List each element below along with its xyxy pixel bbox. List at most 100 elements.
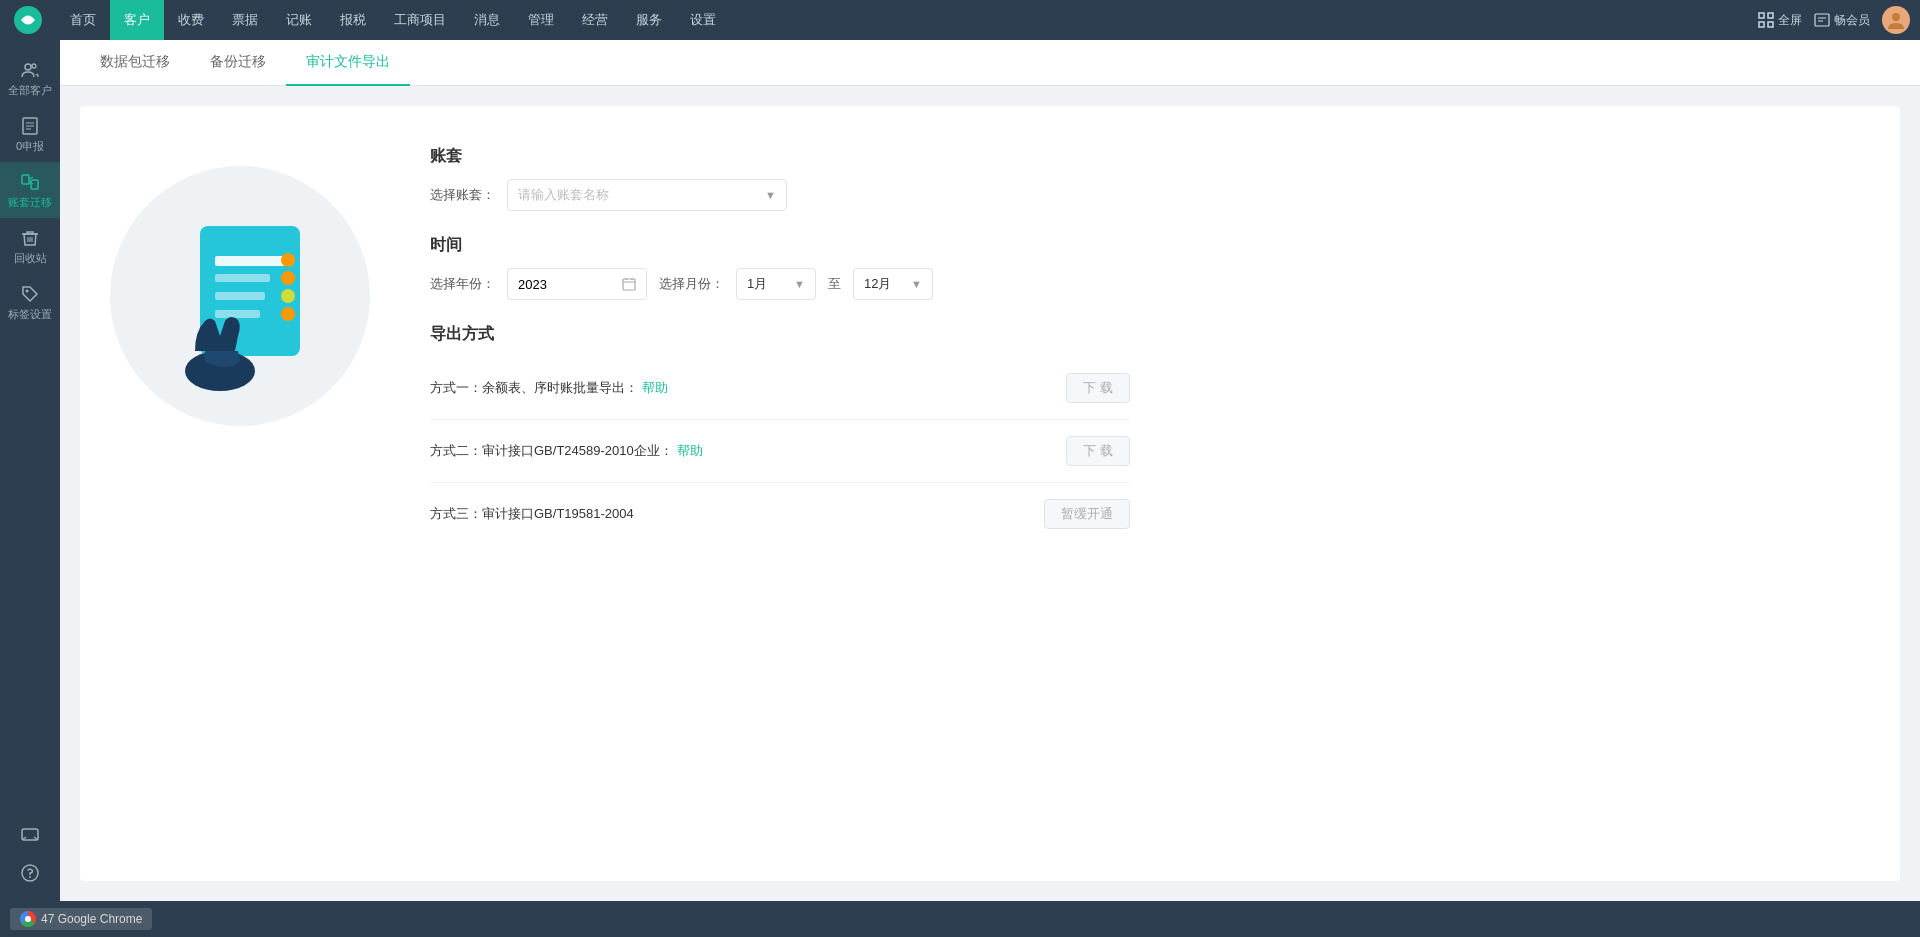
account-section: 账套 选择账套： 请输入账套名称 ▼ [430, 146, 1130, 211]
nav-settings[interactable]: 设置 [676, 0, 730, 40]
tab-audit-export[interactable]: 审计文件导出 [286, 40, 410, 86]
export-method-3-button[interactable]: 暂缓开通 [1044, 499, 1130, 529]
nav-business[interactable]: 工商项目 [380, 0, 460, 40]
nav-operations[interactable]: 经营 [568, 0, 622, 40]
tab-data-migration[interactable]: 数据包迁移 [80, 40, 190, 86]
user-avatar[interactable] [1882, 6, 1910, 34]
export-method-2-help[interactable]: 帮助 [677, 443, 703, 458]
nav-fees[interactable]: 收费 [164, 0, 218, 40]
year-input[interactable]: 2023 [507, 268, 647, 300]
export-section: 导出方式 方式一：余额表、序时账批量导出：帮助 下 载 方式二 [430, 324, 1130, 545]
fullscreen-button[interactable]: 全屏 [1758, 12, 1802, 29]
top-nav-right: 全屏 畅会员 [1758, 6, 1910, 34]
month-label: 选择月份： [659, 275, 724, 293]
export-method-1: 方式一：余额表、序时账批量导出：帮助 下 载 [430, 357, 1130, 420]
chrome-icon [20, 911, 36, 927]
svg-rect-6 [1815, 14, 1829, 26]
time-section: 时间 选择年份： 2023 选择月份： 1月 [430, 235, 1130, 300]
svg-point-25 [281, 307, 295, 321]
sidebar-item-tags[interactable]: 标签设置 [0, 274, 60, 330]
svg-rect-5 [1768, 22, 1773, 27]
svg-point-1 [24, 16, 32, 24]
calendar-icon [622, 277, 636, 291]
nav-services[interactable]: 服务 [622, 0, 676, 40]
svg-point-7 [1892, 13, 1900, 21]
svg-point-16 [29, 876, 31, 878]
nav-tax[interactable]: 报税 [326, 0, 380, 40]
nav-invoices[interactable]: 票据 [218, 0, 272, 40]
sidebar: 全部客户 0申报 账套迁移 回收站 [0, 40, 60, 901]
sidebar-item-trash[interactable]: 回收站 [0, 218, 60, 274]
svg-rect-2 [1759, 13, 1764, 18]
sidebar-item-help[interactable] [0, 853, 60, 891]
taskbar: 47 Google Chrome [0, 901, 1920, 937]
end-month-chevron: ▼ [911, 278, 922, 290]
nav-customers[interactable]: 客户 [110, 0, 164, 40]
account-select-row: 选择账套： 请输入账套名称 ▼ [430, 179, 1130, 211]
sidebar-item-all-customers[interactable]: 全部客户 [0, 50, 60, 106]
export-methods: 方式一：余额表、序时账批量导出：帮助 下 载 方式二：审计接口GB/T24589… [430, 357, 1130, 545]
export-method-3: 方式三：审计接口GB/T19581-2004 暂缓开通 [430, 483, 1130, 545]
svg-point-8 [25, 64, 31, 70]
start-month-chevron: ▼ [794, 278, 805, 290]
svg-point-23 [281, 271, 295, 285]
time-title: 时间 [430, 235, 1130, 256]
form-area: 账套 选择账套： 请输入账套名称 ▼ 时间 选择年份： [430, 136, 1130, 851]
illustration-area [110, 136, 370, 851]
end-month-value: 12月 [864, 275, 891, 293]
sidebar-label-declaration: 0申报 [16, 139, 44, 154]
main-layout: 全部客户 0申报 账套迁移 回收站 [0, 40, 1920, 901]
export-method-1-button[interactable]: 下 载 [1066, 373, 1130, 403]
svg-point-24 [281, 289, 295, 303]
export-method-1-label: 方式一：余额表、序时账批量导出：帮助 [430, 379, 668, 397]
top-navigation: 首页 客户 收费 票据 记账 报税 工商项目 消息 管理 经营 服务 设置 全屏 [0, 0, 1920, 40]
member-label: 畅会员 [1834, 12, 1870, 29]
nav-home[interactable]: 首页 [56, 0, 110, 40]
sidebar-label-all-customers: 全部客户 [8, 83, 52, 98]
year-label: 选择年份： [430, 275, 495, 293]
taskbar-chrome[interactable]: 47 Google Chrome [10, 908, 152, 930]
svg-point-22 [281, 253, 295, 267]
time-separator: 至 [828, 275, 841, 293]
sidebar-item-message[interactable] [0, 815, 60, 853]
export-method-2-label: 方式二：审计接口GB/T24589-2010企业：帮助 [430, 442, 703, 460]
export-method-3-label: 方式三：审计接口GB/T19581-2004 [430, 505, 634, 523]
sidebar-label-trash: 回收站 [14, 251, 47, 266]
sidebar-bottom [0, 815, 60, 891]
account-select[interactable]: 请输入账套名称 ▼ [507, 179, 787, 211]
app-logo[interactable] [10, 2, 46, 38]
sidebar-label-migrate: 账套迁移 [8, 195, 52, 210]
svg-point-9 [32, 64, 36, 68]
taskbar-chrome-label: 47 Google Chrome [41, 912, 142, 926]
svg-point-13 [26, 290, 29, 293]
svg-rect-11 [22, 175, 29, 184]
time-row: 选择年份： 2023 选择月份： 1月 ▼ [430, 268, 1130, 300]
svg-rect-20 [215, 292, 265, 300]
start-month-select[interactable]: 1月 ▼ [736, 268, 816, 300]
member-button[interactable]: 畅会员 [1814, 12, 1870, 29]
svg-rect-21 [215, 310, 260, 318]
tab-backup-migration[interactable]: 备份迁移 [190, 40, 286, 86]
sidebar-item-migrate[interactable]: 账套迁移 [0, 162, 60, 218]
sidebar-item-declaration[interactable]: 0申报 [0, 106, 60, 162]
account-select-chevron: ▼ [765, 189, 776, 201]
nav-accounting[interactable]: 记账 [272, 0, 326, 40]
sidebar-label-tags: 标签设置 [8, 307, 52, 322]
nav-messages[interactable]: 消息 [460, 0, 514, 40]
account-title: 账套 [430, 146, 1130, 167]
svg-rect-18 [215, 256, 285, 266]
nav-management[interactable]: 管理 [514, 0, 568, 40]
page-content: 账套 选择账套： 请输入账套名称 ▼ 时间 选择年份： [80, 106, 1900, 881]
export-method-2: 方式二：审计接口GB/T24589-2010企业：帮助 下 载 [430, 420, 1130, 483]
export-method-2-button[interactable]: 下 载 [1066, 436, 1130, 466]
fullscreen-label: 全屏 [1778, 12, 1802, 29]
svg-rect-4 [1759, 22, 1764, 27]
audit-illustration [150, 196, 330, 396]
year-value: 2023 [518, 277, 547, 292]
start-month-value: 1月 [747, 275, 767, 293]
svg-rect-3 [1768, 13, 1773, 18]
export-method-1-help[interactable]: 帮助 [642, 380, 668, 395]
svg-rect-27 [623, 279, 635, 290]
account-select-label: 选择账套： [430, 186, 495, 204]
end-month-select[interactable]: 12月 ▼ [853, 268, 933, 300]
